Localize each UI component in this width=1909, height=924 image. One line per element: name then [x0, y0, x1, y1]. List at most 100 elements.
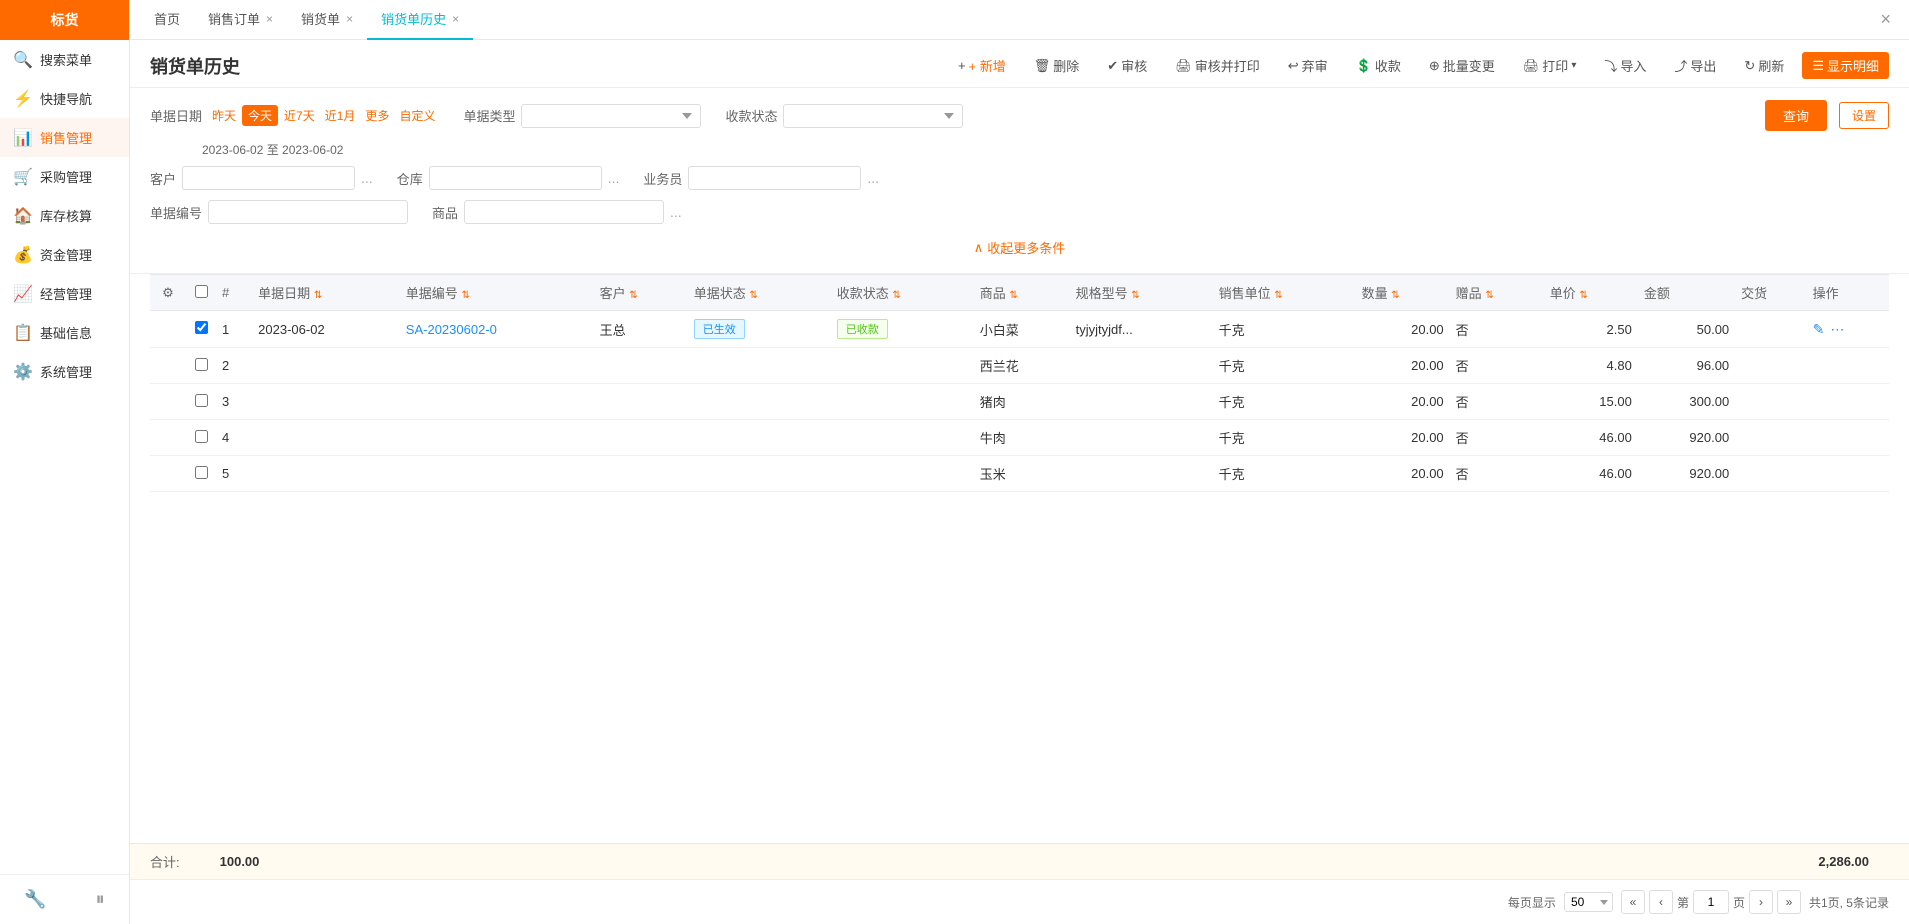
page-next-btn[interactable]: › [1749, 890, 1773, 914]
query-button[interactable]: 查询 [1765, 100, 1827, 131]
page-input[interactable] [1693, 890, 1729, 914]
col-spec[interactable]: 规格型号 ⇅ [1070, 275, 1213, 311]
sort-doc-status-icon: ⇅ [749, 290, 757, 301]
show-detail-button[interactable]: ☰ 显示明细 [1802, 52, 1889, 79]
page-first-btn[interactable]: « [1621, 890, 1645, 914]
col-customer[interactable]: 客户 ⇅ [594, 275, 688, 311]
goods-picker-icon[interactable]: ... [670, 204, 682, 220]
tab-sales-history[interactable]: 销货单历史 × [367, 0, 473, 40]
per-page-select[interactable]: 50 100 200 [1564, 892, 1613, 912]
sidebar-item-basic-info[interactable]: 📋 基础信息 [0, 313, 129, 352]
row-goods: 牛肉 [974, 420, 1070, 456]
collect-status-select[interactable] [783, 104, 963, 128]
staff-label: 业务员 [643, 169, 682, 188]
tab-sales-history-close[interactable]: × [452, 12, 459, 26]
import-button[interactable]: ⤵ 导入 [1594, 52, 1656, 79]
row-no: 2 [216, 348, 252, 384]
collect-button[interactable]: 💲 收款 [1346, 52, 1411, 79]
filter-customer: 客户 ... [150, 166, 373, 190]
tab-sales-goods-close[interactable]: × [346, 12, 353, 26]
more-icon[interactable]: ⋯ [1830, 321, 1844, 338]
print-button[interactable]: 🖨 打印 ▾ [1513, 52, 1587, 79]
row-checkbox-1[interactable] [195, 358, 208, 371]
row-check[interactable] [186, 311, 216, 348]
doc-no-input[interactable] [208, 200, 408, 224]
pause-bottom-icon[interactable]: ⏸ [92, 885, 109, 914]
sidebar-item-sys-mgmt[interactable]: ⚙️ 系统管理 [0, 352, 129, 391]
warehouse-input[interactable] [429, 166, 602, 190]
row-check[interactable] [186, 420, 216, 456]
tab-close-all[interactable]: × [1872, 9, 1899, 30]
tab-home[interactable]: 首页 [140, 0, 194, 40]
date-more[interactable]: 更多 [361, 105, 393, 126]
date-7days[interactable]: 近7天 [280, 105, 319, 126]
staff-picker-icon[interactable]: ... [867, 170, 879, 186]
abandon-button[interactable]: ↩ 弃审 [1278, 52, 1338, 79]
col-no: # [216, 275, 252, 311]
new-button[interactable]: + + 新增 [948, 52, 1016, 79]
col-collect-status[interactable]: 收款状态 ⇅ [831, 275, 974, 311]
goods-input[interactable] [464, 200, 664, 224]
sidebar-item-search-menu[interactable]: 🔍 搜索菜单 [0, 40, 129, 79]
col-gear[interactable]: ⚙ [150, 275, 186, 311]
col-price[interactable]: 单价 ⇅ [1544, 275, 1638, 311]
audit-button[interactable]: ✔ 审核 [1097, 52, 1157, 79]
col-gift[interactable]: 赠品 ⇅ [1450, 275, 1544, 311]
sidebar-item-inventory[interactable]: 🏠 库存核算 [0, 196, 129, 235]
warehouse-picker-icon[interactable]: ... [608, 170, 620, 186]
batch-change-button[interactable]: ⊕ 批量变更 [1419, 52, 1505, 79]
doc-type-select[interactable] [521, 104, 701, 128]
date-today[interactable]: 今天 [242, 105, 278, 126]
col-price-label: 单价 [1550, 286, 1576, 301]
edit-icon[interactable]: ✎ [1813, 321, 1825, 338]
date-custom[interactable]: 自定义 [395, 105, 439, 126]
row-check[interactable] [186, 348, 216, 384]
row-check[interactable] [186, 456, 216, 492]
collapse-button[interactable]: ∧ 收起更多条件 [150, 234, 1889, 261]
customer-input[interactable] [182, 166, 355, 190]
audit-print-button[interactable]: 🖨 审核并打印 [1165, 52, 1270, 79]
settings-bottom-icon[interactable]: 🔧 [20, 885, 50, 914]
col-doc-date[interactable]: 单据日期 ⇅ [252, 275, 400, 311]
sidebar-item-sales-mgmt[interactable]: 📊 销售管理 [0, 118, 129, 157]
sidebar-item-ops-mgmt[interactable]: 📈 经营管理 [0, 274, 129, 313]
row-checkbox-0[interactable] [195, 321, 208, 334]
date-yesterday[interactable]: 昨天 [208, 105, 240, 126]
row-doc-no [400, 348, 594, 384]
row-collect-status [831, 384, 974, 420]
filter-doc-no: 单据编号 [150, 200, 408, 224]
select-all-checkbox[interactable] [195, 285, 208, 298]
tab-sales-order-close[interactable]: × [266, 12, 273, 26]
col-doc-date-label: 单据日期 [258, 286, 310, 301]
sidebar-item-quick-nav[interactable]: ⚡ 快捷导航 [0, 79, 129, 118]
row-check[interactable] [186, 384, 216, 420]
date-1month[interactable]: 近1月 [321, 105, 360, 126]
export-button[interactable]: ⤴ 导出 [1664, 52, 1726, 79]
staff-input[interactable] [688, 166, 861, 190]
page-prev-btn[interactable]: ‹ [1649, 890, 1673, 914]
tab-sales-goods[interactable]: 销货单 × [287, 0, 367, 40]
tab-sales-order[interactable]: 销售订单 × [194, 0, 287, 40]
customer-picker-icon[interactable]: ... [361, 170, 373, 186]
row-exchange [1735, 456, 1806, 492]
sidebar-item-finance[interactable]: 💰 资金管理 [0, 235, 129, 274]
page-last-btn[interactable]: » [1777, 890, 1801, 914]
row-checkbox-2[interactable] [195, 394, 208, 407]
row-doc-date [252, 384, 400, 420]
refresh-button[interactable]: ↻ 刷新 [1734, 52, 1794, 79]
col-doc-no[interactable]: 单据编号 ⇅ [400, 275, 594, 311]
doc-no-link[interactable]: SA-20230602-0 [406, 322, 497, 337]
row-checkbox-3[interactable] [195, 430, 208, 443]
sidebar-item-purchase-mgmt[interactable]: 🛒 采购管理 [0, 157, 129, 196]
col-unit[interactable]: 销售单位 ⇅ [1213, 275, 1356, 311]
delete-button[interactable]: 🗑 删除 [1024, 52, 1090, 79]
col-goods[interactable]: 商品 ⇅ [974, 275, 1070, 311]
sidebar-item-label: 库存核算 [40, 206, 92, 225]
row-checkbox-4[interactable] [195, 466, 208, 479]
settings-button[interactable]: 设置 [1839, 102, 1889, 129]
show-detail-icon: ☰ [1812, 58, 1824, 74]
col-qty[interactable]: 数量 ⇅ [1356, 275, 1450, 311]
row-collect-status [831, 348, 974, 384]
col-doc-status[interactable]: 单据状态 ⇅ [688, 275, 831, 311]
sidebar-item-label: 资金管理 [40, 245, 92, 264]
